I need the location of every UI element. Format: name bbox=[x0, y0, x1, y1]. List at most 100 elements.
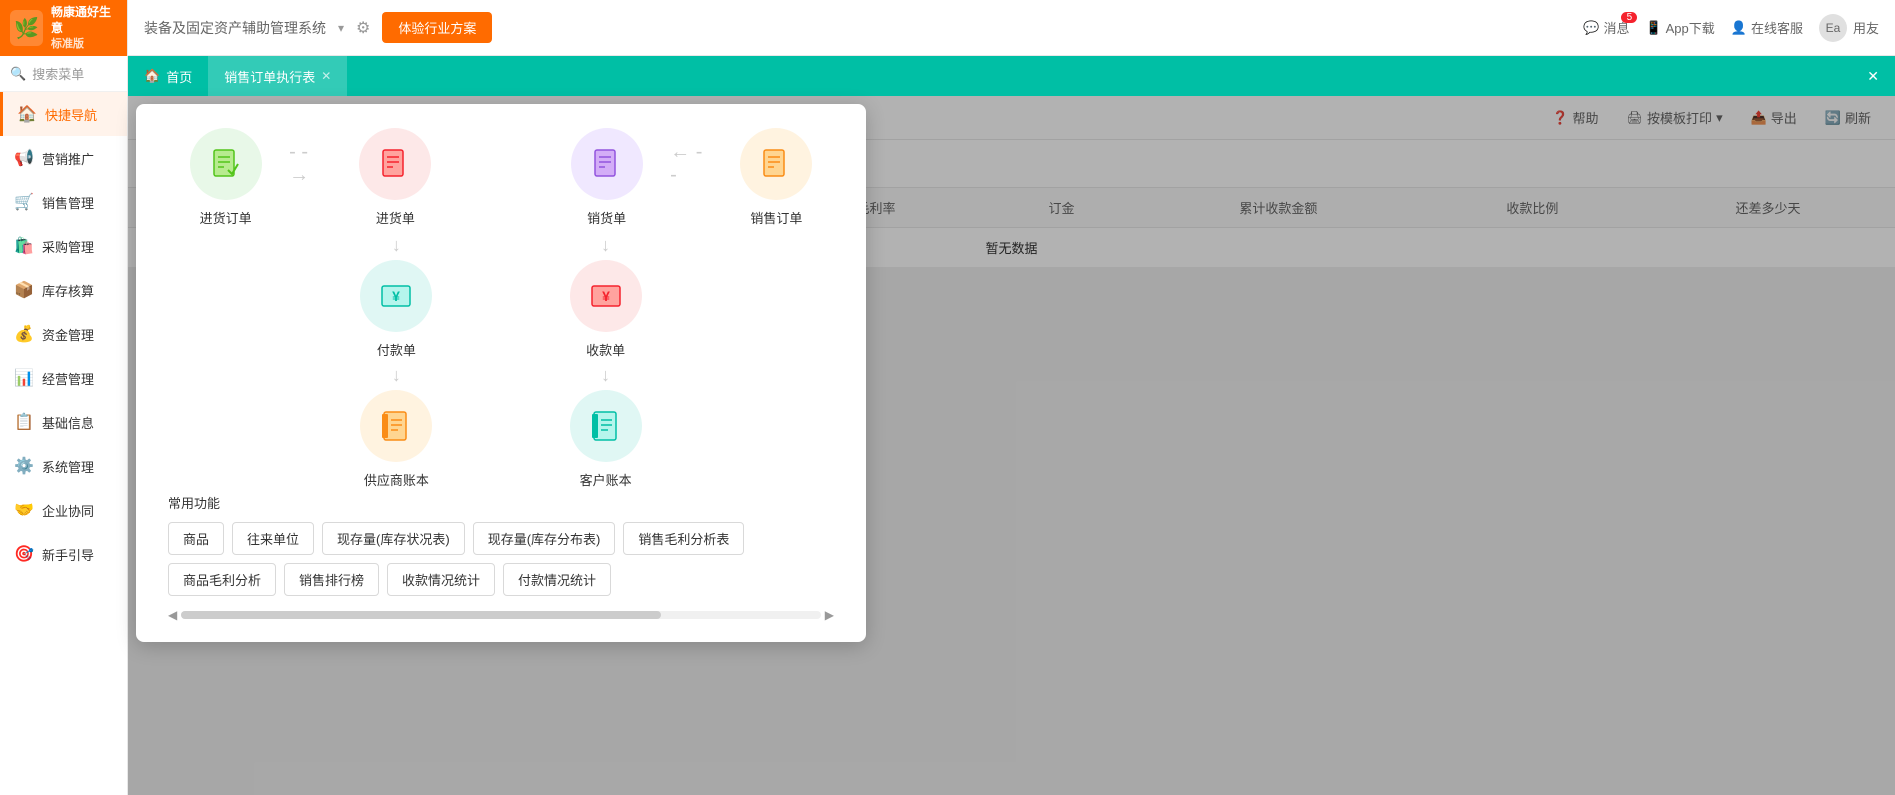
arrow-down-sales-bill-icon: ↓ bbox=[601, 235, 610, 256]
customer-ledger-icon[interactable] bbox=[570, 390, 642, 462]
sidebar-item-newbie[interactable]: 🎯 新手引导 bbox=[0, 532, 127, 576]
finance-icon: 💰 bbox=[14, 324, 34, 344]
flow-node-receipt[interactable]: ¥ 收款单 bbox=[549, 260, 663, 359]
download-icon: 📱 bbox=[1645, 20, 1661, 36]
sidebar: 🌿 畅康通好生意 标准版 🔍 搜索菜单 🏠 快捷导航 📢 营销推广 🛒 销售管理… bbox=[0, 0, 128, 795]
flow-node-sales-bill[interactable]: 销货单 bbox=[549, 128, 664, 227]
payment-icon[interactable]: ¥ bbox=[360, 260, 432, 332]
dropdown-arrow-icon[interactable]: ▾ bbox=[338, 21, 344, 35]
sidebar-item-management[interactable]: 📊 经营管理 bbox=[0, 356, 127, 400]
scrollbar-right-arrow-icon[interactable]: ▶ bbox=[825, 608, 834, 622]
settings-icon[interactable]: ⚙ bbox=[356, 18, 370, 38]
func-btn-sales-profit[interactable]: 销售毛利分析表 bbox=[623, 522, 744, 555]
app-name: 畅康通好生意 标准版 bbox=[51, 4, 117, 53]
system-icon: ⚙️ bbox=[14, 456, 34, 476]
sidebar-item-basic[interactable]: 📋 基础信息 bbox=[0, 400, 127, 444]
arrow-down-purchase-bill-icon: ↓ bbox=[392, 235, 401, 256]
tab-home-label: 首页 bbox=[166, 67, 192, 86]
header: 装备及固定资产辅助管理系统 ▾ ⚙ 体验行业方案 💬 消息 5 📱 App下载 … bbox=[128, 0, 1895, 56]
func-btn-product[interactable]: 商品 bbox=[168, 522, 224, 555]
tab-close-icon[interactable]: ✕ bbox=[321, 69, 331, 83]
message-badge: 5 bbox=[1621, 12, 1637, 23]
app-download-label: App下载 bbox=[1666, 18, 1715, 37]
sidebar-item-label: 采购管理 bbox=[42, 237, 94, 256]
flow-node-payment[interactable]: ¥ 付款单 bbox=[339, 260, 453, 359]
inventory-icon: 📦 bbox=[14, 280, 34, 300]
flow-node-purchase-bill[interactable]: 进货单 bbox=[338, 128, 453, 227]
sidebar-item-finance[interactable]: 💰 资金管理 bbox=[0, 312, 127, 356]
sidebar-item-label: 系统管理 bbox=[42, 457, 94, 476]
func-btn-receipt-stat[interactable]: 收款情况统计 bbox=[387, 563, 495, 596]
header-right: 💬 消息 5 📱 App下载 👤 在线客服 Ea 用友 bbox=[1583, 14, 1879, 42]
tab-sales-order[interactable]: 销售订单执行表 ✕ bbox=[208, 56, 347, 96]
purchase-icon: 🛍️ bbox=[14, 236, 34, 256]
newbie-icon: 🎯 bbox=[14, 544, 34, 564]
collab-icon: 🤝 bbox=[14, 500, 34, 520]
tab-bar: 🏠 首页 销售订单执行表 ✕ ✕ bbox=[128, 56, 1895, 96]
flow-node-customer-ledger[interactable]: 客户账本 bbox=[549, 390, 663, 489]
flow-node-sales-order[interactable]: 销售订单 bbox=[719, 128, 834, 227]
sales-icon: 🛒 bbox=[14, 192, 34, 212]
receipt-icon[interactable]: ¥ bbox=[570, 260, 642, 332]
purchase-order-icon[interactable] bbox=[190, 128, 262, 200]
sidebar-item-label: 企业协同 bbox=[42, 501, 94, 520]
sales-bill-icon[interactable] bbox=[571, 128, 643, 200]
search-icon: 🔍 bbox=[10, 66, 26, 82]
system-title: 装备及固定资产辅助管理系统 bbox=[144, 18, 326, 38]
popup-scrollbar: ◀ ▶ bbox=[168, 608, 834, 622]
sales-bill-label: 销货单 bbox=[587, 208, 626, 227]
sidebar-search[interactable]: 🔍 搜索菜单 bbox=[0, 56, 127, 92]
scrollbar-track[interactable] bbox=[181, 611, 821, 619]
func-btn-payment-stat[interactable]: 付款情况统计 bbox=[503, 563, 611, 596]
sidebar-item-marketing[interactable]: 📢 营销推广 bbox=[0, 136, 127, 180]
arrow-purchase-order-to-bill-icon: - - → bbox=[289, 141, 332, 187]
close-all-icon[interactable]: ✕ bbox=[1867, 68, 1895, 85]
online-service-btn[interactable]: 👤 在线客服 bbox=[1731, 18, 1803, 37]
func-btn-inventory-dist[interactable]: 现存量(库存分布表) bbox=[473, 522, 616, 555]
supplier-ledger-icon[interactable] bbox=[360, 390, 432, 462]
sidebar-item-sales[interactable]: 🛒 销售管理 bbox=[0, 180, 127, 224]
scrollbar-left-arrow-icon[interactable]: ◀ bbox=[168, 608, 177, 622]
sidebar-item-label: 库存核算 bbox=[42, 281, 94, 300]
sales-order-icon[interactable] bbox=[740, 128, 812, 200]
service-icon: 👤 bbox=[1731, 20, 1747, 36]
scrollbar-thumb bbox=[181, 611, 661, 619]
func-btn-partner[interactable]: 往来单位 bbox=[232, 522, 314, 555]
sidebar-item-label: 营销推广 bbox=[42, 149, 94, 168]
popup-overlay[interactable]: 进货订单 - - → 进货单 bbox=[128, 96, 1895, 795]
arrow-down-receipt-icon: ↓ bbox=[601, 365, 610, 386]
avatar: Ea bbox=[1819, 14, 1847, 42]
management-icon: 📊 bbox=[14, 368, 34, 388]
flow-node-purchase-order[interactable]: 进货订单 bbox=[168, 128, 283, 227]
online-service-label: 在线客服 bbox=[1751, 18, 1803, 37]
receipt-label: 收款单 bbox=[586, 340, 625, 359]
func-btn-product-profit[interactable]: 商品毛利分析 bbox=[168, 563, 276, 596]
sidebar-item-collab[interactable]: 🤝 企业协同 bbox=[0, 488, 127, 532]
tab-home[interactable]: 🏠 首页 bbox=[128, 56, 208, 96]
sidebar-item-label: 资金管理 bbox=[42, 325, 94, 344]
sidebar-item-system[interactable]: ⚙️ 系统管理 bbox=[0, 444, 127, 488]
home-icon: 🏠 bbox=[144, 68, 160, 84]
user-area[interactable]: Ea 用友 bbox=[1819, 14, 1879, 42]
app-download-btn[interactable]: 📱 App下载 bbox=[1645, 18, 1714, 37]
sidebar-item-label: 新手引导 bbox=[42, 545, 94, 564]
quick-nav-popup: 进货订单 - - → 进货单 bbox=[136, 104, 866, 642]
sidebar-item-purchase[interactable]: 🛍️ 采购管理 bbox=[0, 224, 127, 268]
flow-node-supplier-ledger[interactable]: 供应商账本 bbox=[339, 390, 453, 489]
svg-text:¥: ¥ bbox=[392, 288, 400, 304]
purchase-order-label: 进货订单 bbox=[200, 208, 252, 227]
common-func-title: 常用功能 bbox=[168, 493, 834, 512]
arrow-down-payment-icon: ↓ bbox=[392, 365, 401, 386]
experience-btn[interactable]: 体验行业方案 bbox=[382, 12, 492, 43]
search-label: 搜索菜单 bbox=[32, 64, 84, 83]
func-btn-inventory-status[interactable]: 现存量(库存状况表) bbox=[322, 522, 465, 555]
basic-icon: 📋 bbox=[14, 412, 34, 432]
func-btn-sales-rank[interactable]: 销售排行榜 bbox=[284, 563, 379, 596]
sidebar-item-quicknav[interactable]: 🏠 快捷导航 bbox=[0, 92, 127, 136]
purchase-bill-icon[interactable] bbox=[359, 128, 431, 200]
message-btn[interactable]: 💬 消息 5 bbox=[1583, 18, 1629, 37]
purchase-bill-label: 进货单 bbox=[376, 208, 415, 227]
sales-order-label: 销售订单 bbox=[750, 208, 802, 227]
sidebar-item-inventory[interactable]: 📦 库存核算 bbox=[0, 268, 127, 312]
payment-label: 付款单 bbox=[377, 340, 416, 359]
